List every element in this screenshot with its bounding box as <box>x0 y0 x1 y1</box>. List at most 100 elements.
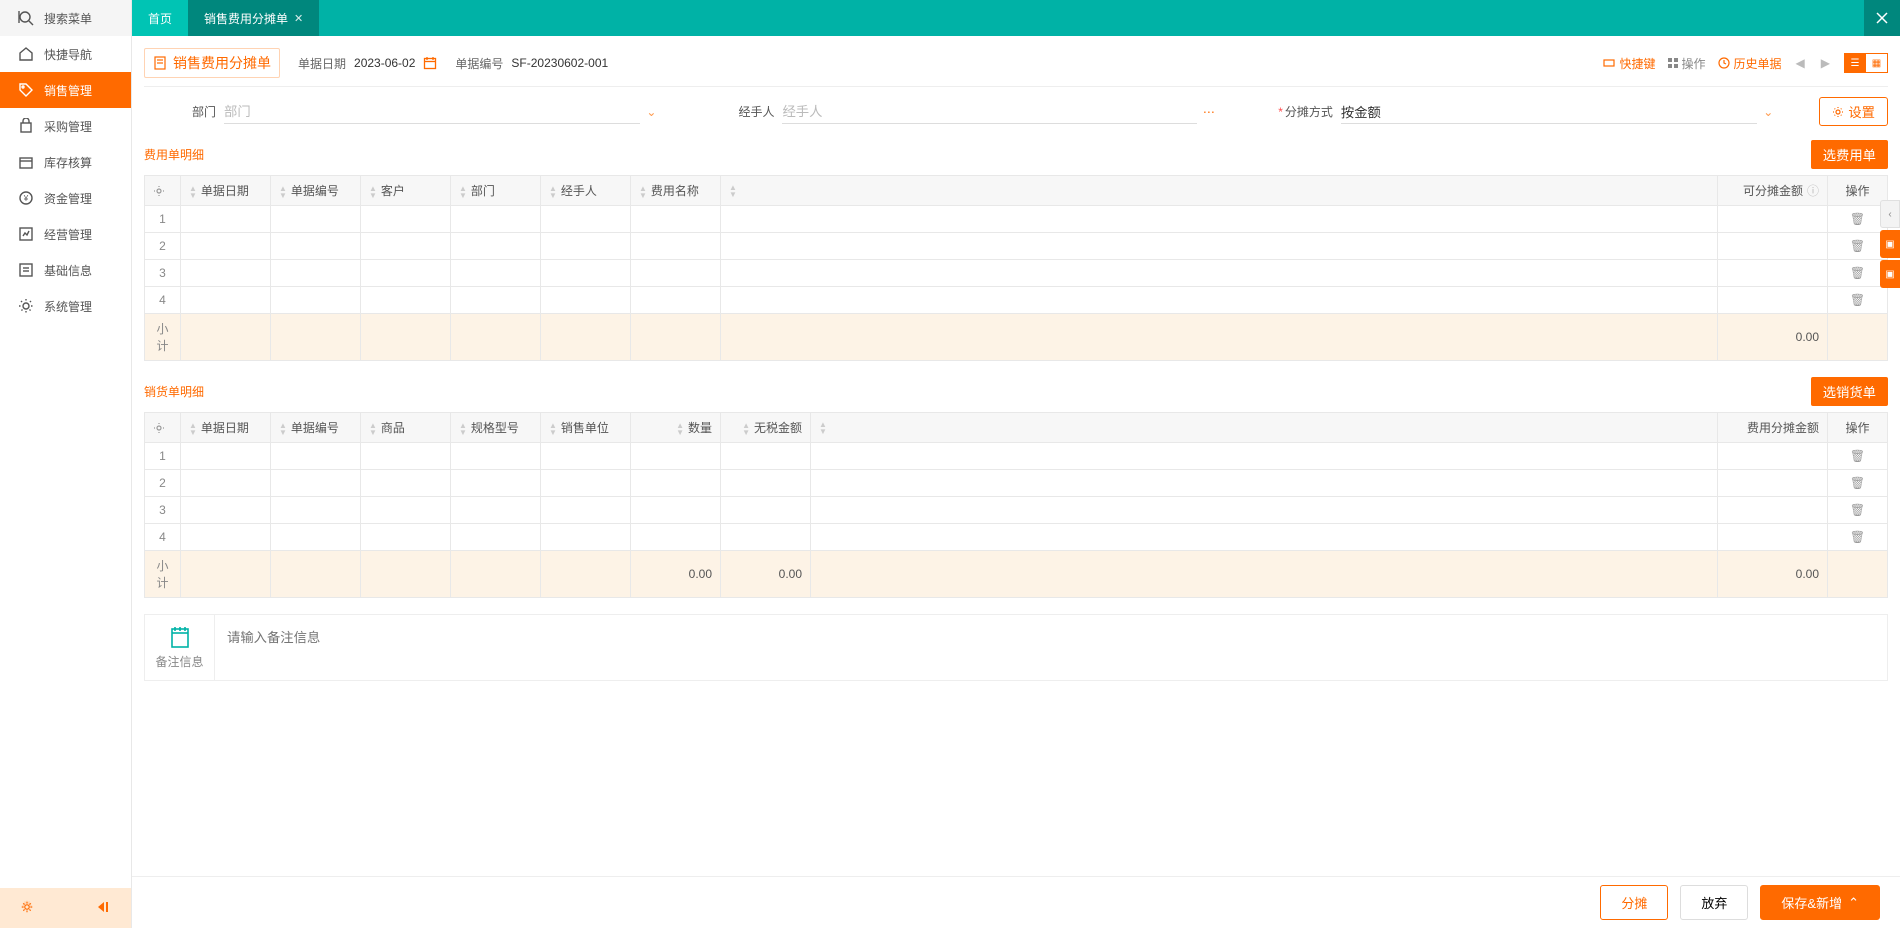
help-icon[interactable]: ⓘ <box>1807 184 1819 198</box>
sidebar-search[interactable]: 搜索菜单 <box>0 0 131 36</box>
delete-icon[interactable]: 🗑 <box>1850 530 1865 544</box>
float-tab-2[interactable]: ▣ <box>1880 230 1900 258</box>
tab-current[interactable]: 销售费用分摊单 ✕ <box>188 0 319 36</box>
calendar-icon[interactable] <box>423 56 437 70</box>
pick-sales-button[interactable]: 选销货单 <box>1811 377 1888 406</box>
sidebar-item-system[interactable]: 系统管理 <box>0 288 131 324</box>
dept-input[interactable] <box>224 100 640 124</box>
close-icon[interactable]: ✕ <box>294 12 303 25</box>
history-link[interactable]: 历史单据 <box>1718 55 1782 72</box>
tab-home-label: 首页 <box>148 10 172 27</box>
float-tab-3[interactable]: ▣ <box>1880 260 1900 288</box>
next-icon[interactable]: ▶ <box>1819 56 1832 70</box>
delete-icon[interactable]: 🗑 <box>1850 239 1865 253</box>
document-header: 销售费用分摊单 单据日期 2023-06-02 单据编号 SF-20230602… <box>144 48 1888 87</box>
tabs-close-all[interactable] <box>1864 0 1900 36</box>
gear-header[interactable] <box>145 413 181 443</box>
col-allocamt[interactable]: 费用分摊金额 <box>1718 413 1828 443</box>
delete-icon[interactable]: 🗑 <box>1850 212 1865 226</box>
sidebar-item-sales[interactable]: 销售管理 <box>0 72 131 108</box>
method-input[interactable] <box>1341 100 1757 124</box>
header-actions: 快捷键 操作 历史单据 ◀ ▶ ☰ ▦ <box>1603 53 1888 73</box>
discard-button[interactable]: 放弃 <box>1680 885 1748 920</box>
view-toggle: ☰ ▦ <box>1844 53 1888 73</box>
save-new-button[interactable]: 保存&新增 ⌃ <box>1760 885 1880 920</box>
date-label: 单据日期 <box>298 55 346 72</box>
ops-link[interactable]: 操作 <box>1668 55 1706 72</box>
delete-icon[interactable]: 🗑 <box>1850 476 1865 490</box>
delete-icon[interactable]: 🗑 <box>1850 503 1865 517</box>
history-icon <box>1718 57 1730 69</box>
remarks-input[interactable] <box>215 615 1887 671</box>
delete-icon[interactable]: 🗑 <box>1850 449 1865 463</box>
sidebar-item-base[interactable]: 基础信息 <box>0 252 131 288</box>
table-row[interactable]: 4🗑 <box>145 287 1888 314</box>
settings-button[interactable]: 设置 <box>1819 97 1888 126</box>
col-date[interactable]: ▲▼单据日期 <box>181 413 271 443</box>
expense-title: 费用单明细 <box>144 146 204 163</box>
col-date[interactable]: ▲▼单据日期 <box>181 176 271 206</box>
sidebar-item-label: 销售管理 <box>44 82 92 99</box>
date-field: 单据日期 2023-06-02 <box>298 55 437 72</box>
col-ops: 操作 <box>1828 413 1888 443</box>
sidebar-item-funds[interactable]: ¥ 资金管理 <box>0 180 131 216</box>
tab-home[interactable]: 首页 <box>132 0 188 36</box>
col-alloc[interactable]: 可分摊金额ⓘ <box>1718 176 1828 206</box>
col-unit[interactable]: ▲▼销售单位 <box>541 413 631 443</box>
home-icon <box>18 46 34 62</box>
remarks-label: 备注信息 <box>155 653 203 670</box>
sidebar-item-label: 资金管理 <box>44 190 92 207</box>
more-icon[interactable]: ⋯ <box>1197 105 1221 119</box>
handler-input[interactable] <box>782 100 1196 124</box>
table-row[interactable]: 2🗑 <box>145 470 1888 497</box>
grid-icon <box>1668 58 1678 68</box>
number-label: 单据编号 <box>455 55 503 72</box>
subtotal-amt: 0.00 <box>721 551 811 598</box>
note-icon <box>168 625 192 649</box>
number-value: SF-20230602-001 <box>511 56 608 70</box>
col-customer[interactable]: ▲▼客户 <box>361 176 451 206</box>
pick-expense-button[interactable]: 选费用单 <box>1811 140 1888 169</box>
sidebar-item-purchase[interactable]: 采购管理 <box>0 108 131 144</box>
col-blank[interactable]: ▲▼ <box>811 413 1718 443</box>
collapse-icon[interactable] <box>95 900 111 916</box>
sidebar: 搜索菜单 快捷导航 销售管理 采购管理 库存核算 <box>0 0 132 928</box>
shortcut-link[interactable]: 快捷键 <box>1603 55 1655 72</box>
date-value[interactable]: 2023-06-02 <box>354 56 415 70</box>
allocate-button[interactable]: 分摊 <box>1600 885 1668 920</box>
tab-bar: 首页 销售费用分摊单 ✕ <box>132 0 1900 36</box>
table-row[interactable]: 2🗑 <box>145 233 1888 260</box>
table-row[interactable]: 4🗑 <box>145 524 1888 551</box>
sidebar-item-label: 基础信息 <box>44 262 92 279</box>
delete-icon[interactable]: 🗑 <box>1850 266 1865 280</box>
col-handler[interactable]: ▲▼经手人 <box>541 176 631 206</box>
sidebar-item-inventory[interactable]: 库存核算 <box>0 144 131 180</box>
gear-header[interactable] <box>145 176 181 206</box>
col-qty[interactable]: ▲▼数量 <box>631 413 721 443</box>
chevron-down-icon[interactable]: ⌄ <box>1757 105 1779 119</box>
number-field: 单据编号 SF-20230602-001 <box>455 55 608 72</box>
table-row[interactable]: 1🗑 <box>145 443 1888 470</box>
table-row[interactable]: 3🗑 <box>145 260 1888 287</box>
prev-icon[interactable]: ◀ <box>1794 56 1807 70</box>
float-tab-1[interactable]: ‹ <box>1880 200 1900 228</box>
settings-icon[interactable] <box>20 900 36 916</box>
form-row: 部门 ⌄ 经手人 ⋯ *分摊方式 ⌄ <box>144 97 1888 126</box>
col-blank[interactable]: ▲▼ <box>721 176 1718 206</box>
view-grid[interactable]: ▦ <box>1866 53 1888 73</box>
col-product[interactable]: ▲▼商品 <box>361 413 451 443</box>
sidebar-item-biz[interactable]: 经营管理 <box>0 216 131 252</box>
col-no[interactable]: ▲▼单据编号 <box>271 176 361 206</box>
table-row[interactable]: 3🗑 <box>145 497 1888 524</box>
col-spec[interactable]: ▲▼规格型号 <box>451 413 541 443</box>
delete-icon[interactable]: 🗑 <box>1850 293 1865 307</box>
sidebar-item-quicknav[interactable]: 快捷导航 <box>0 36 131 72</box>
col-expname[interactable]: ▲▼费用名称 <box>631 176 721 206</box>
col-dept[interactable]: ▲▼部门 <box>451 176 541 206</box>
col-no[interactable]: ▲▼单据编号 <box>271 413 361 443</box>
view-list[interactable]: ☰ <box>1844 53 1866 73</box>
table-row[interactable]: 1🗑 <box>145 206 1888 233</box>
chevron-down-icon[interactable]: ⌄ <box>640 105 662 119</box>
sidebar-item-label: 系统管理 <box>44 298 92 315</box>
col-amt[interactable]: ▲▼无税金额 <box>721 413 811 443</box>
